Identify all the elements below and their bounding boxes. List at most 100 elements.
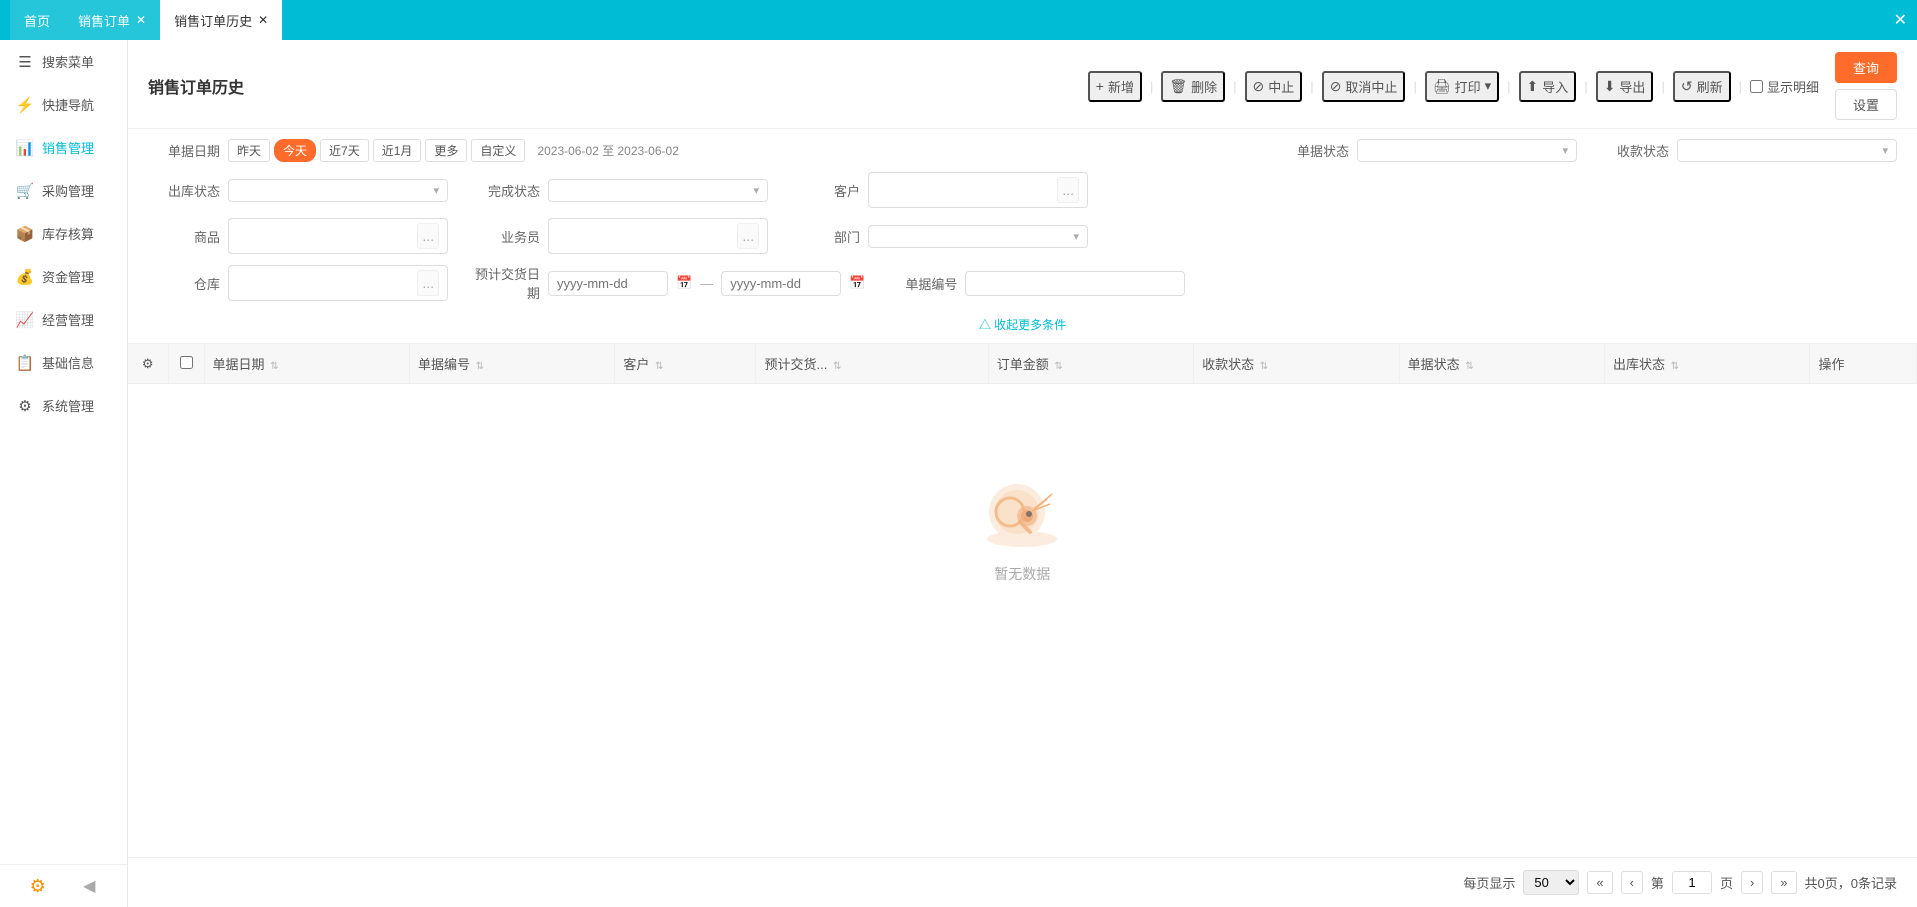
per-page-select[interactable]: 50 10 20 100 (1523, 870, 1579, 895)
warehouse-dots-btn[interactable]: ... (417, 270, 439, 296)
dept-select[interactable]: ▾ (868, 225, 1088, 248)
tab-sales-order[interactable]: 销售订单 ✕ (64, 0, 160, 40)
sidebar-item-search[interactable]: ☰ 搜索菜单 (0, 40, 127, 83)
sort-payment-icon[interactable]: ⇅ (1260, 361, 1268, 372)
cancel-stop-button[interactable]: ⊘ 取消中止 (1322, 71, 1406, 102)
sidebar-item-base[interactable]: 📋 基础信息 (0, 341, 127, 384)
next-page-button[interactable]: › (1741, 871, 1763, 894)
sales-icon: 📊 (16, 139, 34, 157)
export-button[interactable]: ⬇ 导出 (1596, 71, 1654, 102)
window-close-icon[interactable]: ✕ (1894, 10, 1907, 30)
goods-dots-btn[interactable]: ... (417, 223, 439, 249)
settings-icon[interactable]: ⚙ (29, 877, 47, 895)
delivery-date-to[interactable] (721, 271, 841, 296)
status-label: 单据状态 (1277, 141, 1357, 160)
sort-no-icon[interactable]: ⇅ (476, 361, 484, 372)
first-page-button[interactable]: « (1587, 871, 1612, 894)
status-chevron-icon: ▾ (1562, 144, 1568, 157)
query-button[interactable]: 查询 (1835, 52, 1897, 83)
delete-button[interactable]: 🗑 删除 (1161, 71, 1225, 102)
print-icon: 🖨 (1433, 78, 1451, 95)
th-payment: 收款状态 ⇅ (1194, 344, 1399, 384)
th-bill-status: 单据状态 ⇅ (1399, 344, 1604, 384)
complete-chevron-icon: ▾ (753, 184, 759, 197)
set-button[interactable]: 设置 (1835, 89, 1897, 120)
date-btn-yesterday[interactable]: 昨天 (228, 139, 270, 162)
out-status-select[interactable]: ▾ (228, 179, 448, 202)
display-detail-input[interactable] (1750, 80, 1763, 93)
customer-label: 客户 (788, 181, 868, 200)
print-arrow-icon: ▾ (1485, 78, 1492, 94)
filter-area: 单据日期 昨天 今天 近7天 近1月 更多 自定义 2023-06-02 至 2… (128, 129, 1917, 344)
empty-text: 暂无数据 (994, 564, 1050, 584)
refresh-button[interactable]: ↺ 刷新 (1673, 71, 1731, 102)
order-no-input[interactable] (965, 271, 1185, 296)
add-button[interactable]: + 新增 (1088, 71, 1142, 102)
last-page-button[interactable]: » (1771, 871, 1796, 894)
sort-date-icon[interactable]: ⇅ (270, 361, 278, 372)
date-btn-custom[interactable]: 自定义 (471, 139, 525, 162)
tab-sales-order-close[interactable]: ✕ (136, 13, 146, 27)
collapse-icon[interactable]: ◀ (80, 877, 98, 895)
th-checkbox[interactable] (168, 344, 204, 384)
customer-input[interactable]: ... (868, 172, 1088, 208)
payment-label: 收款状态 (1597, 141, 1677, 160)
stop-button[interactable]: ⊘ 中止 (1245, 71, 1303, 102)
base-icon: 📋 (16, 354, 34, 372)
tab-sales-history-close[interactable]: ✕ (258, 13, 268, 27)
sidebar-item-finance[interactable]: 💰 资金管理 (0, 255, 127, 298)
sort-bill-status-icon[interactable]: ⇅ (1465, 361, 1473, 372)
sidebar-item-sales[interactable]: 📊 销售管理 (0, 126, 127, 169)
payment-select[interactable]: ▾ (1677, 139, 1897, 162)
complete-select[interactable]: ▾ (548, 179, 768, 202)
customer-dots-btn[interactable]: ... (1057, 177, 1079, 203)
system-icon: ⚙ (16, 397, 34, 415)
page-label: 第 (1651, 873, 1664, 892)
ops-icon: 📈 (16, 311, 34, 329)
sidebar-item-ops[interactable]: 📈 经营管理 (0, 298, 127, 341)
sidebar-item-system[interactable]: ⚙ 系统管理 (0, 384, 127, 427)
sidebar-item-nav[interactable]: ⚡ 快捷导航 (0, 83, 127, 126)
prev-page-button[interactable]: ‹ (1621, 871, 1643, 894)
tab-home[interactable]: 首页 (10, 0, 64, 40)
finance-icon: 💰 (16, 268, 34, 286)
delivery-date-range: 📅 — 📅 (548, 271, 865, 296)
sort-delivery-icon[interactable]: ⇅ (833, 361, 841, 372)
page-number-input[interactable] (1672, 871, 1712, 894)
sort-customer-icon[interactable]: ⇅ (655, 361, 663, 372)
select-all-checkbox[interactable] (180, 356, 193, 369)
warehouse-input[interactable]: ... (228, 265, 448, 301)
date-btn-1month[interactable]: 近1月 (373, 139, 422, 162)
dept-chevron-icon: ▾ (1073, 230, 1079, 243)
import-button[interactable]: ⬆ 导入 (1519, 71, 1577, 102)
sidebar: ☰ 搜索菜单 ⚡ 快捷导航 📊 销售管理 🛒 采购管理 📦 库存核算 💰 资金管… (0, 40, 128, 907)
sidebar-item-purchase[interactable]: 🛒 采购管理 (0, 169, 127, 212)
sort-amount-icon[interactable]: ⇅ (1054, 361, 1062, 372)
delivery-label: 预计交货日期 (468, 264, 548, 302)
date-btn-7days[interactable]: 近7天 (320, 139, 369, 162)
table-header-row: ⚙ 单据日期 ⇅ 单据编号 ⇅ 客户 ⇅ (128, 344, 1917, 384)
date-btn-more[interactable]: 更多 (425, 139, 467, 162)
tab-sales-history[interactable]: 销售订单历史 ✕ (160, 0, 282, 40)
status-select[interactable]: ▾ (1357, 139, 1577, 162)
print-button[interactable]: 🖨 打印 ▾ (1425, 71, 1499, 102)
goods-label: 商品 (148, 227, 228, 246)
th-settings[interactable]: ⚙ (128, 344, 168, 384)
salesperson-label: 业务员 (468, 227, 548, 246)
page-suffix: 页 (1720, 873, 1733, 892)
salesperson-dots-btn[interactable]: ... (737, 223, 759, 249)
calendar-from-icon[interactable]: 📅 (676, 275, 692, 291)
empty-state: 暂无数据 (128, 384, 1917, 664)
sidebar-item-inventory[interactable]: 📦 库存核算 (0, 212, 127, 255)
delivery-date-from[interactable] (548, 271, 668, 296)
collapse-row[interactable]: △ 收起更多条件 (148, 312, 1897, 333)
date-btn-today[interactable]: 今天 (274, 139, 316, 162)
search-icon: ☰ (16, 53, 34, 71)
goods-input[interactable]: ... (228, 218, 448, 254)
sort-out-status-icon[interactable]: ⇅ (1671, 361, 1679, 372)
filter-row-4: 仓库 ... 预计交货日期 📅 — 📅 单据编号 (148, 264, 1897, 302)
calendar-to-icon[interactable]: 📅 (849, 275, 865, 291)
salesperson-input[interactable]: ... (548, 218, 768, 254)
filter-row-1: 单据日期 昨天 今天 近7天 近1月 更多 自定义 2023-06-02 至 2… (148, 139, 1897, 162)
display-detail-checkbox[interactable]: 显示明细 (1750, 77, 1819, 96)
